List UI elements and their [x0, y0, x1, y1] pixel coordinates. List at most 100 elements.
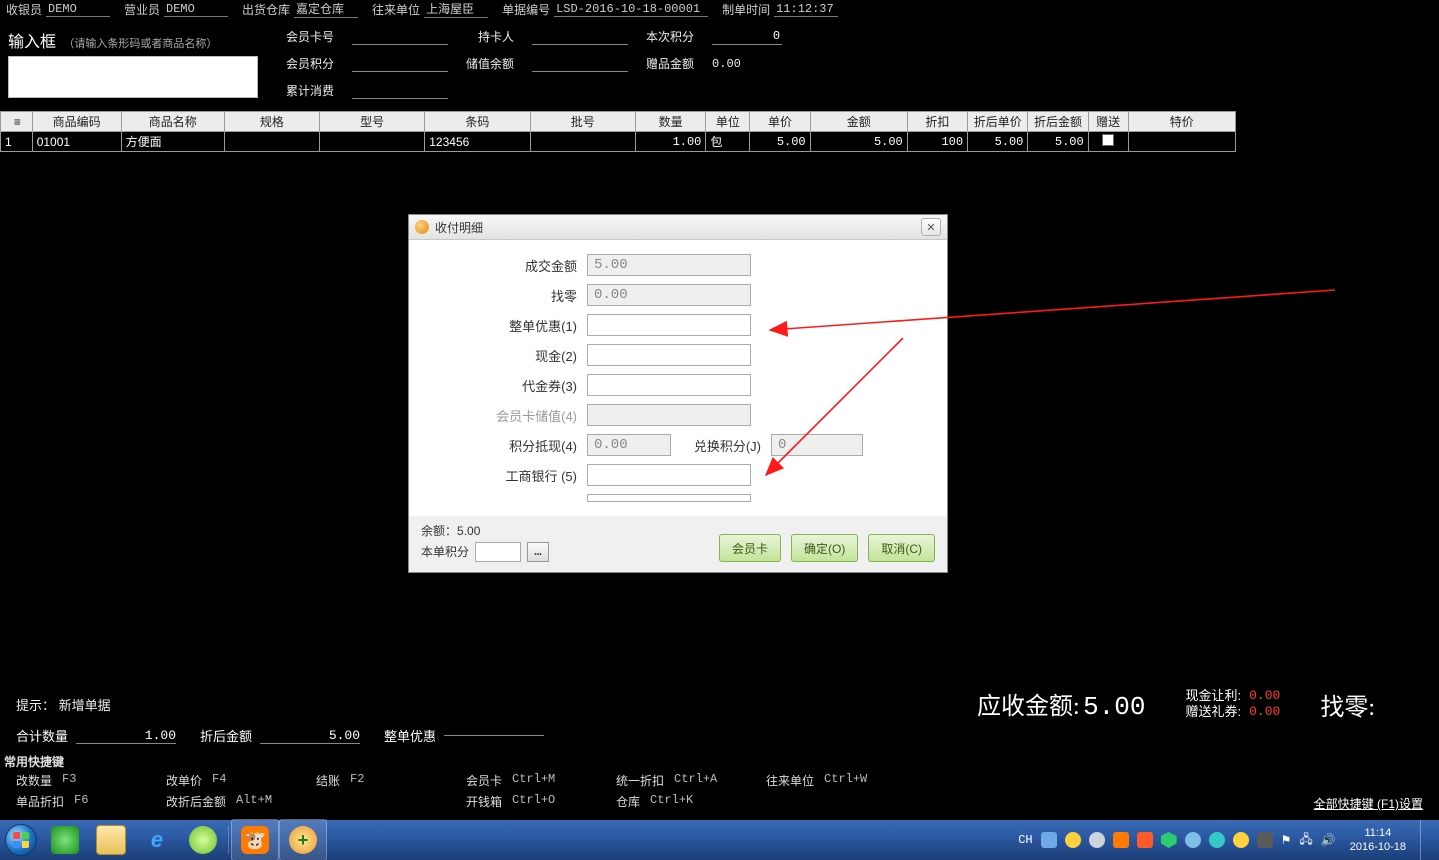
tray-time: 11:14 — [1350, 826, 1406, 840]
shield-icon[interactable] — [1161, 832, 1177, 848]
member-card-button[interactable]: 会员卡 — [719, 534, 781, 562]
icbc-label: 工商银行 (5) — [427, 466, 577, 485]
whole-disc-label: 整单优惠 — [384, 726, 436, 745]
cancel-button[interactable]: 取消(C) — [868, 534, 935, 562]
product-grid: ≡ 商品编码 商品名称 规格 型号 条码 批号 数量 单位 单价 金额 折扣 折… — [0, 111, 1439, 152]
member-total-spend-value — [352, 83, 448, 99]
table-row[interactable]: 1 01001 方便面 123456 1.00 包 5.00 5.00 100 … — [1, 132, 1236, 152]
whole-disc-value — [444, 735, 544, 736]
barcode-input[interactable] — [8, 56, 258, 98]
payment-modal: 收付明细 ✕ 成交金额 找零 整单优惠(1) 现金(2) 代金券(3) 会员卡储… — [408, 214, 948, 573]
sales-value: DEMO — [164, 2, 228, 17]
col-gift[interactable]: 赠送 — [1088, 112, 1128, 132]
volume-icon[interactable]: 🔊 — [1321, 833, 1336, 847]
tray-icon-6[interactable] — [1257, 832, 1273, 848]
deal-amount-input — [587, 254, 751, 276]
tray-icon-2[interactable] — [1137, 832, 1153, 848]
shortcut-item: 会员卡Ctrl+M — [466, 772, 616, 789]
taskbar-app-ie[interactable]: e — [134, 820, 180, 860]
shortcut-item: 改单价F4 — [166, 772, 316, 789]
whole-discount-input[interactable] — [587, 314, 751, 336]
tray-icon-5[interactable] — [1233, 832, 1249, 848]
help-icon[interactable] — [1065, 832, 1081, 848]
flag-icon[interactable]: ⚑ — [1281, 833, 1292, 847]
modal-close-button[interactable]: ✕ — [921, 218, 941, 236]
cell-code: 01001 — [32, 132, 121, 152]
cell-row: 1 — [1, 132, 33, 152]
tray-icon-4[interactable] — [1209, 832, 1225, 848]
cell-disc: 100 — [907, 132, 967, 152]
all-shortcuts-link[interactable]: 全部快捷键 (F1)设置 — [1314, 795, 1423, 812]
this-points-input[interactable] — [475, 542, 521, 562]
taskbar-app-secondary[interactable]: + — [279, 819, 327, 860]
network-icon[interactable]: 🖧 — [1299, 830, 1312, 851]
col-model[interactable]: 型号 — [319, 112, 424, 132]
time-label: 制单时间 — [722, 1, 770, 18]
plus-icon: + — [289, 826, 317, 854]
this-points-label: 本单积分 — [421, 543, 469, 561]
col-batch[interactable]: 批号 — [530, 112, 635, 132]
member-holder-label: 持卡人 — [466, 28, 514, 45]
shortcut-item — [316, 793, 466, 810]
cash-label: 现金(2) — [427, 346, 577, 365]
cell-damt: 5.00 — [1028, 132, 1088, 152]
tray-clock[interactable]: 11:14 2016-10-18 — [1344, 826, 1412, 854]
balance-value: 5.00 — [457, 524, 480, 538]
warehouse-label: 出货仓库 — [242, 1, 290, 18]
ime-indicator[interactable]: CH — [1018, 833, 1032, 847]
taskbar-app-browser360[interactable] — [42, 820, 88, 860]
hint-text: 新增单据 — [59, 698, 111, 713]
member-card-label: 会员卡号 — [286, 28, 334, 45]
cashier-label: 收银员 — [6, 1, 42, 18]
tray-icon-1[interactable] — [1113, 832, 1129, 848]
start-button[interactable] — [0, 820, 42, 860]
shortcut-item: 往来单位Ctrl+W — [766, 772, 916, 789]
change-amount-input — [587, 284, 751, 306]
col-damt[interactable]: 折后金额 — [1028, 112, 1088, 132]
cash-input[interactable] — [587, 344, 751, 366]
cell-gift[interactable] — [1088, 132, 1128, 152]
voucher-input[interactable] — [587, 374, 751, 396]
settings-icon[interactable] — [1089, 832, 1105, 848]
col-code[interactable]: 商品编码 — [32, 112, 121, 132]
ok-button[interactable]: 确定(O) — [791, 534, 858, 562]
col-disc[interactable]: 折扣 — [907, 112, 967, 132]
modal-title: 收付明细 — [435, 219, 483, 236]
shortcut-item: 改数量F3 — [16, 772, 166, 789]
col-amount[interactable]: 金额 — [810, 112, 907, 132]
member-card-value[interactable] — [352, 29, 448, 45]
extra-row-input — [587, 494, 751, 502]
points-lookup-button[interactable]: … — [527, 542, 549, 562]
col-row[interactable]: ≡ — [1, 112, 33, 132]
col-dprice[interactable]: 折后单价 — [968, 112, 1028, 132]
shortcut-item: 开钱箱Ctrl+O — [466, 793, 616, 810]
windows-orb-icon — [5, 824, 37, 856]
shortcut-item: 仓库Ctrl+K — [616, 793, 766, 810]
change-label: 找零: — [1320, 695, 1375, 721]
cashier-value: DEMO — [46, 2, 110, 17]
taskbar-app-pos-active[interactable]: 🐮 — [231, 819, 279, 860]
after-disc-label: 折后金额 — [200, 726, 252, 745]
col-barcode[interactable]: 条码 — [425, 112, 530, 132]
cell-barcode: 123456 — [425, 132, 530, 152]
col-price[interactable]: 单价 — [750, 112, 810, 132]
col-spec[interactable]: 规格 — [224, 112, 319, 132]
keyboard-icon[interactable] — [1041, 832, 1057, 848]
col-name[interactable]: 商品名称 — [121, 112, 224, 132]
taskbar-app-360safe[interactable] — [180, 820, 226, 860]
cash-disc-value: 0.00 — [1249, 688, 1280, 704]
store-value-label: 会员卡储值(4) — [427, 406, 577, 425]
col-qty[interactable]: 数量 — [635, 112, 706, 132]
taskbar-app-explorer[interactable] — [88, 820, 134, 860]
show-desktop-button[interactable] — [1420, 820, 1433, 860]
input-hint: （请输入条形码或者商品名称） — [63, 38, 217, 50]
col-unit[interactable]: 单位 — [706, 112, 750, 132]
member-gift-value: 0.00 — [712, 57, 782, 71]
tray-icon-3[interactable] — [1185, 832, 1201, 848]
hint-label: 提示： — [16, 698, 55, 713]
cell-batch — [530, 132, 635, 152]
voucher-label: 代金券(3) — [427, 376, 577, 395]
docno-value: LSD-2016-10-18-00001 — [554, 2, 708, 17]
icbc-input[interactable] — [587, 464, 751, 486]
col-special[interactable]: 特价 — [1128, 112, 1235, 132]
